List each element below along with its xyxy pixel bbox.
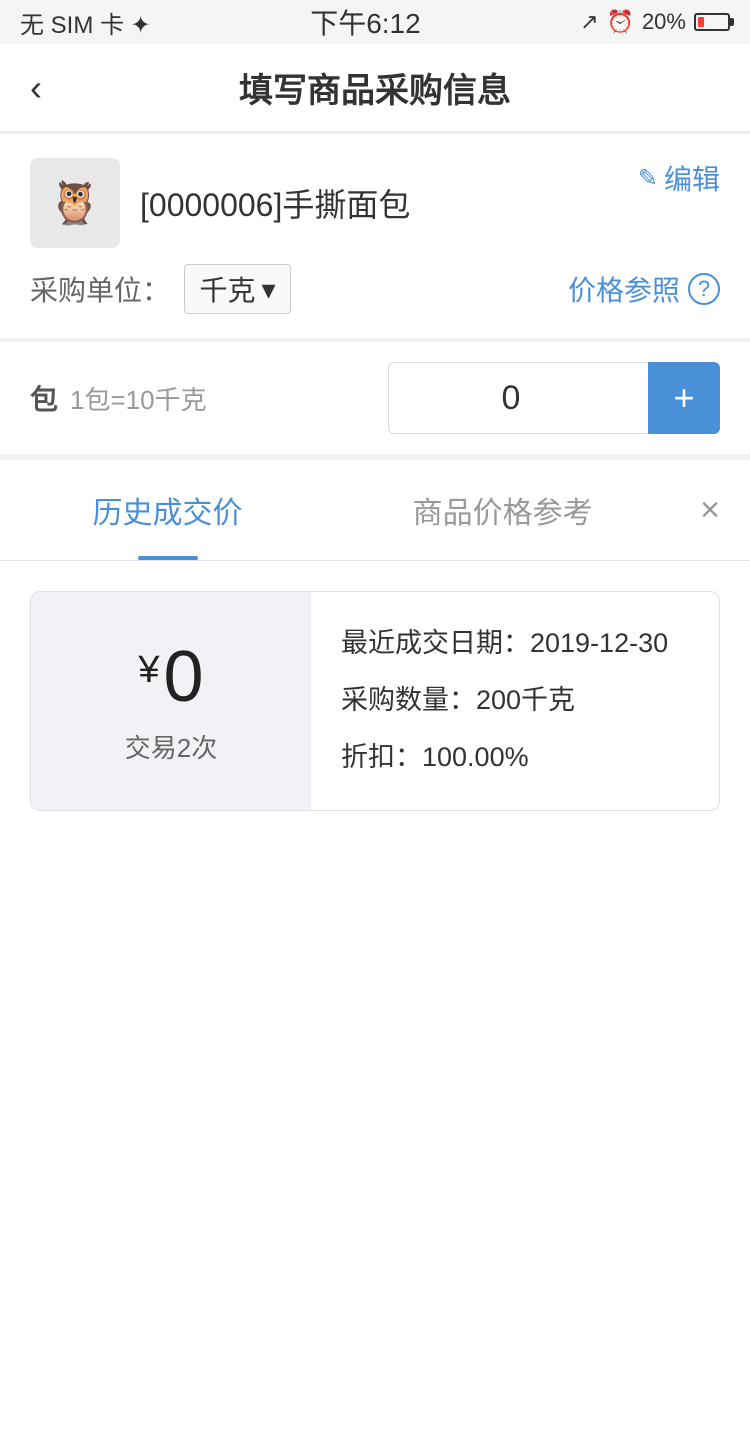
product-section: 🦉 [0000006]手撕面包 ✎ 编辑 采购单位： 千克 ▾ 价格参照 ? — [0, 134, 750, 338]
alarm-icon: ⏰ — [607, 9, 634, 35]
discount-label: 折扣： — [341, 742, 422, 772]
quantity-input-area: + — [227, 362, 720, 434]
unit-select[interactable]: 千克 ▾ — [184, 264, 290, 314]
quantity-section: 包 1包=10千克 + — [0, 338, 750, 458]
recent-date-label: 最近成交日期： — [341, 628, 530, 658]
purchase-qty-value: 200千克 — [476, 685, 575, 715]
price-cards-container: ¥0 交易2次 最近成交日期：2019-12-30 采购数量：200千克 折扣：… — [0, 561, 750, 841]
price-card: ¥0 交易2次 最近成交日期：2019-12-30 采购数量：200千克 折扣：… — [30, 591, 720, 811]
tabs-header: 历史成交价 商品价格参考 × — [0, 460, 750, 561]
product-image: 🦉 — [30, 158, 120, 248]
quantity-plus-button[interactable]: + — [648, 362, 720, 434]
recent-date-value: 2019-12-30 — [530, 628, 668, 658]
price-ref-label: 价格参照 — [568, 269, 680, 309]
unit-bag-label: 包 — [30, 378, 58, 418]
unit-conversion: 1包=10千克 — [70, 380, 207, 417]
status-bar: 无 SIM 卡 ✦ 下午6:12 ↗ ⏰ 20% — [0, 0, 750, 44]
currency-symbol: ¥ — [138, 649, 159, 691]
tab-price-ref-label: 商品价格参考 — [413, 497, 593, 530]
tab-close-button[interactable]: × — [670, 473, 750, 547]
discount-row: 折扣：100.00% — [341, 736, 689, 779]
quantity-row: 包 1包=10千克 + — [0, 342, 750, 454]
unit-value: 千克 — [199, 269, 255, 309]
tab-history-price[interactable]: 历史成交价 — [0, 460, 335, 560]
price-ref-button[interactable]: 价格参照 ? — [568, 269, 720, 309]
product-header: 🦉 [0000006]手撕面包 ✎ 编辑 — [30, 158, 720, 248]
discount-value: 100.00% — [422, 742, 529, 772]
price-display: ¥0 — [138, 636, 203, 718]
tab-history-price-label: 历史成交价 — [93, 497, 243, 530]
battery-percent: 20% — [642, 9, 686, 35]
empty-content — [0, 841, 750, 1441]
page-title: 填写商品采购信息 — [239, 63, 511, 112]
quantity-input[interactable] — [388, 362, 648, 434]
edit-button[interactable]: ✎ 编辑 — [638, 158, 720, 198]
trade-count: 交易2次 — [125, 728, 217, 765]
product-left: 🦉 [0000006]手撕面包 — [30, 158, 410, 248]
price-card-right: 最近成交日期：2019-12-30 采购数量：200千克 折扣：100.00% — [311, 592, 719, 810]
unit-row-left: 采购单位： 千克 ▾ — [30, 264, 291, 314]
tabs-section: 历史成交价 商品价格参考 × ¥0 交易2次 最近成交日期：2019-12-30… — [0, 460, 750, 841]
unit-label: 采购单位： — [30, 275, 170, 306]
chevron-down-icon: ▾ — [261, 273, 275, 306]
status-right: ↗ ⏰ 20% — [580, 9, 730, 35]
product-unit-row: 采购单位： 千克 ▾ 价格参照 ? — [30, 264, 720, 314]
location-icon: ↗ — [580, 9, 598, 35]
edit-label: 编辑 — [664, 158, 720, 198]
price-card-left: ¥0 交易2次 — [31, 592, 311, 810]
purchase-qty-label: 采购数量： — [341, 685, 476, 715]
unit-info: 包 1包=10千克 — [30, 378, 207, 418]
price-number: 0 — [164, 637, 204, 717]
recent-date-row: 最近成交日期：2019-12-30 — [341, 622, 689, 665]
product-logo-icon: 🦉 — [49, 179, 101, 228]
battery-icon — [694, 13, 730, 31]
status-left: 无 SIM 卡 ✦ — [20, 5, 151, 40]
help-icon: ? — [688, 273, 720, 305]
edit-icon: ✎ — [638, 164, 658, 193]
status-time: 下午6:12 — [310, 2, 421, 42]
nav-bar: ‹ 填写商品采购信息 — [0, 44, 750, 132]
tab-price-ref[interactable]: 商品价格参考 — [335, 460, 670, 560]
back-button[interactable]: ‹ — [30, 57, 52, 119]
purchase-qty-row: 采购数量：200千克 — [341, 679, 689, 722]
product-name: [0000006]手撕面包 — [140, 180, 410, 226]
